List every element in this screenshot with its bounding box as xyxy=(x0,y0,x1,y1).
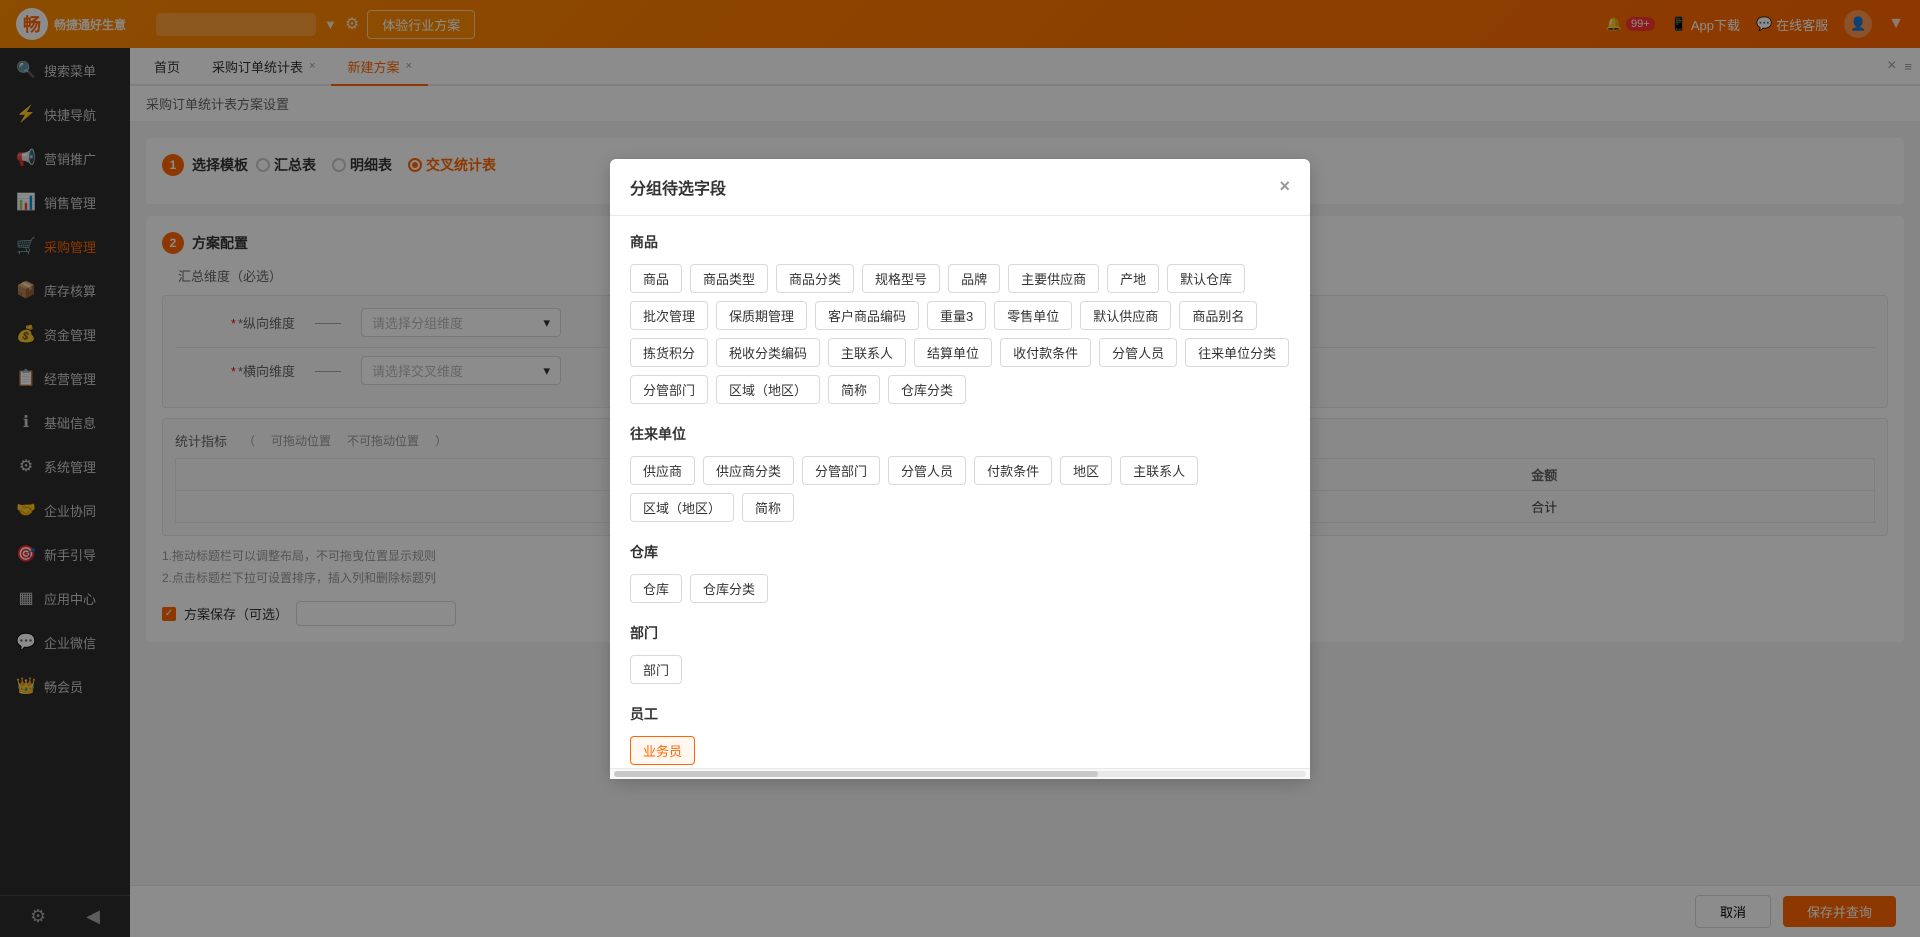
field-tag-1-0[interactable]: 供应商 xyxy=(630,456,695,485)
field-tag-0-0[interactable]: 商品 xyxy=(630,264,682,293)
field-tag-0-8[interactable]: 批次管理 xyxy=(630,301,708,330)
field-tag-0-10[interactable]: 客户商品编码 xyxy=(815,301,919,330)
field-tag-1-7[interactable]: 区域（地区） xyxy=(630,493,734,522)
modal-section-title-3: 部门 xyxy=(630,623,1290,643)
field-tag-0-19[interactable]: 收付款条件 xyxy=(1000,338,1091,367)
field-tag-0-14[interactable]: 商品别名 xyxy=(1179,301,1257,330)
field-tag-1-6[interactable]: 主联系人 xyxy=(1120,456,1198,485)
field-tag-0-15[interactable]: 拣货积分 xyxy=(630,338,708,367)
field-grid-1: 供应商供应商分类分管部门分管人员付款条件地区主联系人区域（地区） 简称 xyxy=(630,456,1290,522)
field-tag-0-16[interactable]: 税收分类编码 xyxy=(716,338,820,367)
field-tag-0-17[interactable]: 主联系人 xyxy=(828,338,906,367)
field-tag-0-6[interactable]: 产地 xyxy=(1107,264,1159,293)
field-tag-0-9[interactable]: 保质期管理 xyxy=(716,301,807,330)
field-tag-0-4[interactable]: 品牌 xyxy=(948,264,1000,293)
field-tag-1-8[interactable]: 简称 xyxy=(742,493,794,522)
field-tag-0-13[interactable]: 默认供应商 xyxy=(1080,301,1171,330)
field-tag-0-21[interactable]: 往来单位分类 xyxy=(1185,338,1289,367)
modal-body: 商品商品商品类型商品分类规格型号品牌主要供应商产地默认仓库批次管理保质期管理客户… xyxy=(610,216,1310,769)
field-tag-0-23[interactable]: 区域（地区） xyxy=(716,375,820,404)
field-grid-3: 部门 xyxy=(630,655,1290,684)
field-tag-0-2[interactable]: 商品分类 xyxy=(776,264,854,293)
modal-overlay: 分组待选字段 × 商品商品商品类型商品分类规格型号品牌主要供应商产地默认仓库批次… xyxy=(0,0,1920,937)
field-tag-0-5[interactable]: 主要供应商 xyxy=(1008,264,1099,293)
modal-header: 分组待选字段 × xyxy=(610,159,1310,216)
field-tag-1-1[interactable]: 供应商分类 xyxy=(703,456,794,485)
field-tag-2-1[interactable]: 仓库分类 xyxy=(690,574,768,603)
modal-hscrollbar[interactable] xyxy=(610,768,1310,778)
field-tag-0-18[interactable]: 结算单位 xyxy=(914,338,992,367)
field-tag-0-12[interactable]: 零售单位 xyxy=(994,301,1072,330)
field-grid-4: 业务员 xyxy=(630,736,1290,765)
modal-section-3: 部门部门 xyxy=(630,623,1290,684)
modal-section-title-1: 往来单位 xyxy=(630,424,1290,444)
field-tag-0-3[interactable]: 规格型号 xyxy=(862,264,940,293)
field-tag-2-0[interactable]: 仓库 xyxy=(630,574,682,603)
modal-section-2: 仓库仓库仓库分类 xyxy=(630,542,1290,603)
modal-dialog: 分组待选字段 × 商品商品商品类型商品分类规格型号品牌主要供应商产地默认仓库批次… xyxy=(610,159,1310,779)
modal-section-0: 商品商品商品类型商品分类规格型号品牌主要供应商产地默认仓库批次管理保质期管理客户… xyxy=(630,232,1290,404)
field-tag-1-2[interactable]: 分管部门 xyxy=(802,456,880,485)
field-tag-0-7[interactable]: 默认仓库 xyxy=(1167,264,1245,293)
modal-section-title-4: 员工 xyxy=(630,704,1290,724)
field-grid-0: 商品商品类型商品分类规格型号品牌主要供应商产地默认仓库批次管理保质期管理客户商品… xyxy=(630,264,1290,404)
modal-close-btn[interactable]: × xyxy=(1279,176,1290,197)
field-tag-0-25[interactable]: 仓库分类 xyxy=(888,375,966,404)
field-tag-4-0[interactable]: 业务员 xyxy=(630,736,695,765)
field-tag-0-24[interactable]: 简称 xyxy=(828,375,880,404)
field-tag-0-20[interactable]: 分管人员 xyxy=(1099,338,1177,367)
field-tag-1-4[interactable]: 付款条件 xyxy=(974,456,1052,485)
field-tag-1-3[interactable]: 分管人员 xyxy=(888,456,966,485)
field-tag-1-5[interactable]: 地区 xyxy=(1060,456,1112,485)
field-tag-0-11[interactable]: 重量3 xyxy=(927,301,986,330)
field-tag-0-1[interactable]: 商品类型 xyxy=(690,264,768,293)
field-tag-3-0[interactable]: 部门 xyxy=(630,655,682,684)
field-grid-2: 仓库仓库分类 xyxy=(630,574,1290,603)
modal-section-title-2: 仓库 xyxy=(630,542,1290,562)
field-tag-0-22[interactable]: 分管部门 xyxy=(630,375,708,404)
modal-section-4: 员工业务员 xyxy=(630,704,1290,765)
modal-section-title-0: 商品 xyxy=(630,232,1290,252)
modal-section-1: 往来单位供应商供应商分类分管部门分管人员付款条件地区主联系人区域（地区） 简称 xyxy=(630,424,1290,522)
modal-title: 分组待选字段 xyxy=(630,175,726,199)
